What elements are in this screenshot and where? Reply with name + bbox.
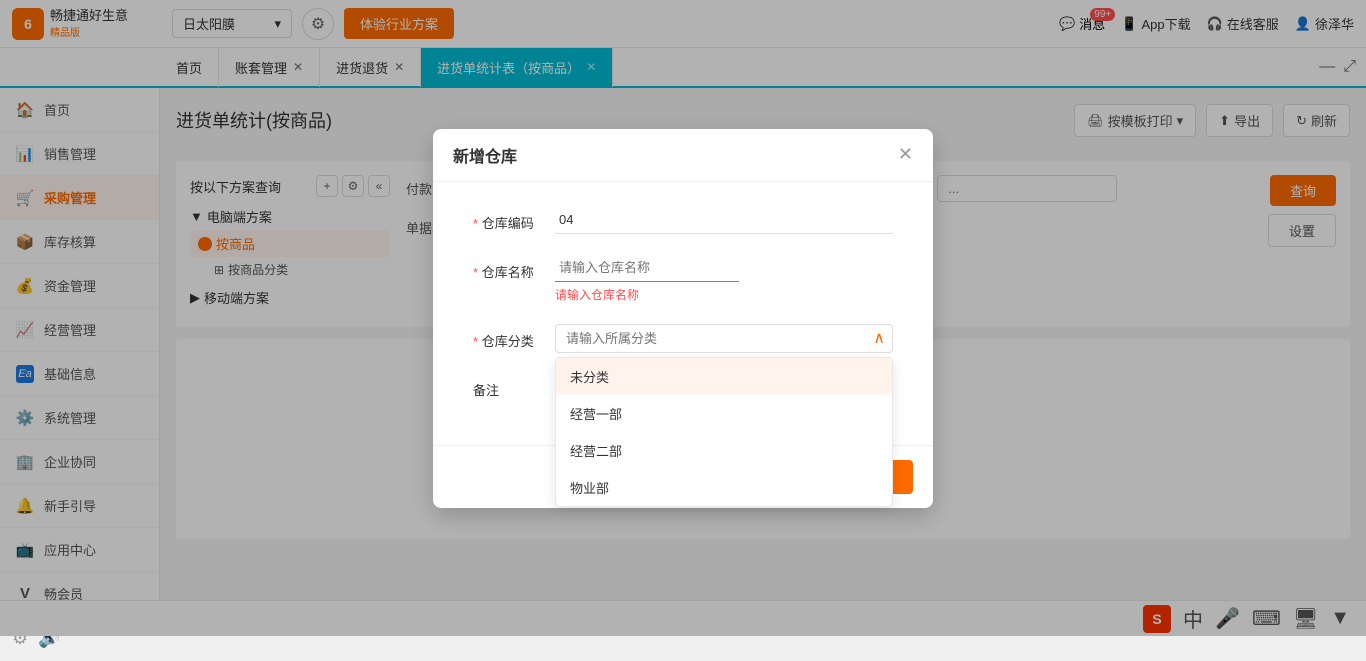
category-input[interactable] [555,324,893,353]
required-star-code: * [473,216,478,231]
name-input-wrapper [555,254,893,282]
form-row-category: * 仓库分类 ∧ 未分类 经营一部 经营二部 物业部 [473,324,893,353]
dropdown-item-dept1[interactable]: 经营一部 [556,395,892,432]
name-error-message: 请输入仓库名称 [555,288,639,302]
dropdown-item-unclassified[interactable]: 未分类 [556,358,892,395]
form-row-code: * 仓库编码 [473,206,893,234]
notes-label: 备注 [473,373,543,399]
new-warehouse-modal: 新增仓库 ✕ * 仓库编码 * 仓库名称 [433,129,933,508]
modal-body: * 仓库编码 * 仓库名称 请输入仓库名称 [433,182,933,445]
code-input[interactable] [555,206,893,234]
category-label: * 仓库分类 [473,324,543,350]
dropdown-item-dept2[interactable]: 经营二部 [556,432,892,469]
dropdown-item-dept3[interactable]: 物业部 [556,469,892,506]
form-row-name: * 仓库名称 请输入仓库名称 [473,254,893,304]
modal-close-button[interactable]: ✕ [898,144,913,165]
required-star-name: * [473,265,478,280]
modal-title: 新增仓库 [453,143,517,167]
name-error-wrapper: 请输入仓库名称 [473,286,639,304]
required-star-category: * [473,334,478,349]
category-dropdown: ∧ 未分类 经营一部 经营二部 物业部 [555,324,893,353]
modal-header: 新增仓库 ✕ [433,129,933,182]
category-dropdown-list: 未分类 经营一部 经营二部 物业部 [555,357,893,507]
code-label: * 仓库编码 [473,206,543,232]
name-input[interactable] [555,254,739,282]
name-label: * 仓库名称 [473,255,543,281]
modal-overlay[interactable]: 新增仓库 ✕ * 仓库编码 * 仓库名称 [0,0,1366,636]
